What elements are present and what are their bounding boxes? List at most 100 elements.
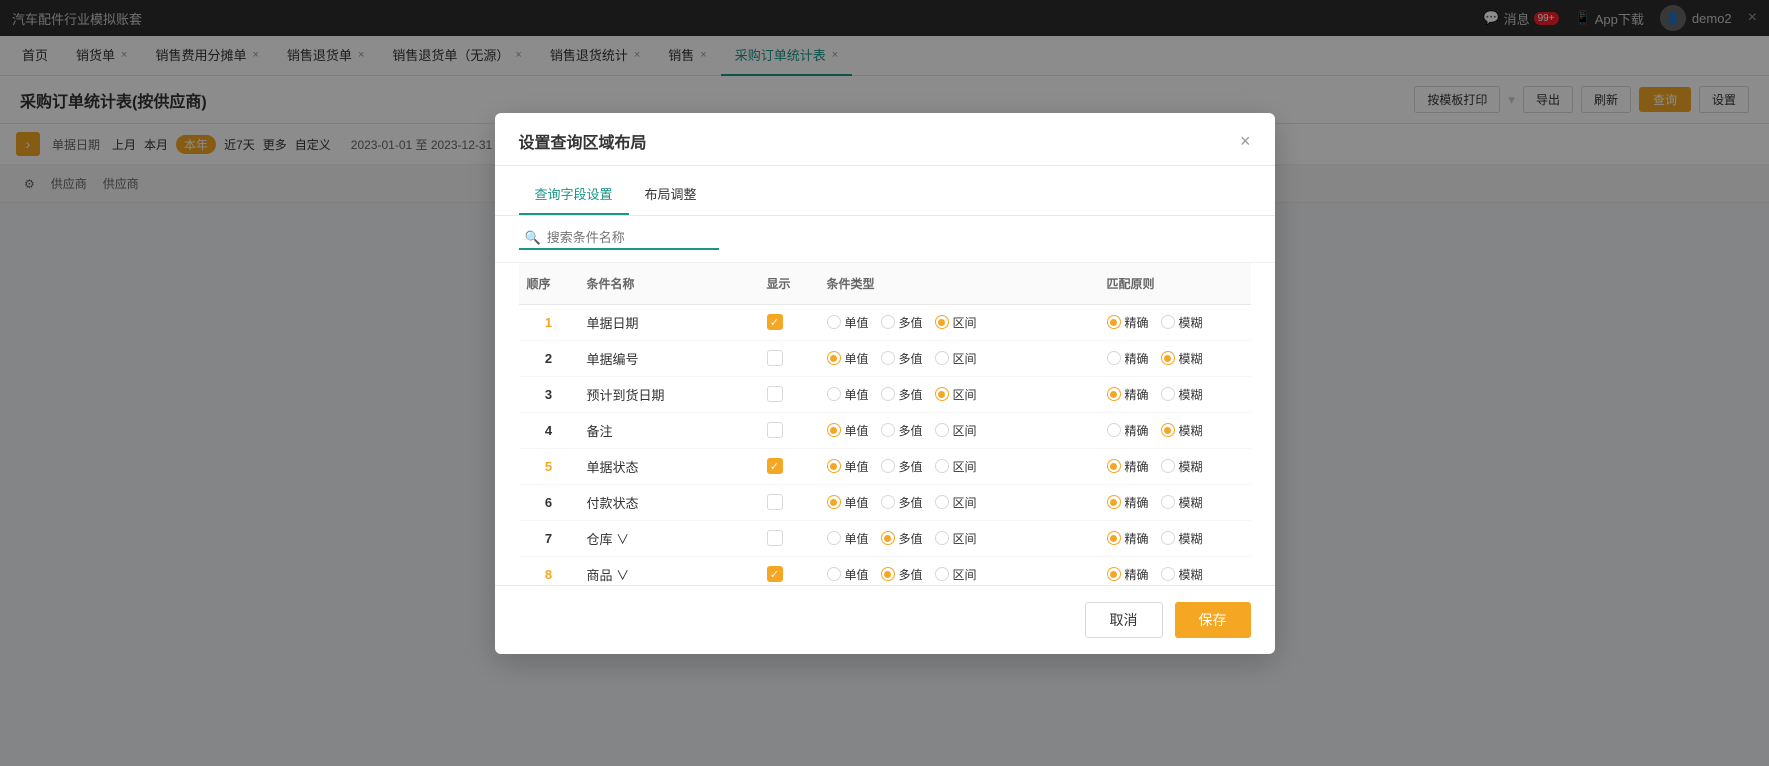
row-show [759, 312, 819, 332]
type-single[interactable]: 单值 [827, 530, 869, 547]
radio-range [935, 351, 949, 365]
show-checkbox[interactable] [767, 422, 783, 438]
type-multi[interactable]: 多值 [881, 386, 923, 403]
match-fuzzy[interactable]: 模糊 [1161, 566, 1203, 583]
match-fuzzy[interactable]: 模糊 [1161, 494, 1203, 511]
type-multi[interactable]: 多值 [881, 458, 923, 475]
match-exact[interactable]: 精确 [1107, 494, 1149, 511]
table-row: 5 单据状态 单值 多值 区间 精确 模糊 [519, 449, 1251, 485]
radio-single [827, 387, 841, 401]
table-row: 2 单据编号 单值 多值 区间 精确 模糊 [519, 341, 1251, 377]
show-checkbox[interactable] [767, 530, 783, 546]
radio-single [827, 531, 841, 545]
radio-multi [881, 423, 895, 437]
match-fuzzy[interactable]: 模糊 [1161, 530, 1203, 547]
radio-multi [881, 387, 895, 401]
type-single[interactable]: 单值 [827, 422, 869, 439]
search-box: 🔍 [519, 228, 719, 250]
radio-fuzzy [1161, 459, 1175, 473]
type-range[interactable]: 区间 [935, 350, 977, 367]
dialog-tab-layout[interactable]: 布局调整 [629, 178, 713, 215]
radio-single [827, 423, 841, 437]
type-single[interactable]: 单值 [827, 566, 869, 583]
settings-table-body: 1 单据日期 单值 多值 区间 精确 模糊 [495, 305, 1275, 585]
search-icon: 🔍 [525, 230, 541, 246]
type-multi[interactable]: 多值 [881, 314, 923, 331]
match-fuzzy[interactable]: 模糊 [1161, 314, 1203, 331]
match-exact[interactable]: 精确 [1107, 314, 1149, 331]
radio-exact [1107, 531, 1121, 545]
row-type: 单值 多值 区间 [819, 528, 1099, 549]
show-checkbox[interactable] [767, 458, 783, 474]
row-show [759, 456, 819, 476]
radio-single [827, 315, 841, 329]
show-checkbox[interactable] [767, 314, 783, 330]
radio-multi [881, 531, 895, 545]
table-row: 4 备注 单值 多值 区间 精确 模糊 [519, 413, 1251, 449]
radio-single [827, 459, 841, 473]
radio-fuzzy [1161, 531, 1175, 545]
type-multi[interactable]: 多值 [881, 566, 923, 583]
radio-multi [881, 315, 895, 329]
radio-multi [881, 495, 895, 509]
row-condition-name: 商品 ∨ [579, 563, 759, 585]
type-multi[interactable]: 多值 [881, 422, 923, 439]
radio-multi [881, 351, 895, 365]
table-row: 1 单据日期 单值 多值 区间 精确 模糊 [519, 305, 1251, 341]
type-range[interactable]: 区间 [935, 386, 977, 403]
th-match: 匹配原则 [1099, 271, 1299, 296]
match-exact[interactable]: 精确 [1107, 422, 1149, 439]
type-single[interactable]: 单值 [827, 386, 869, 403]
match-fuzzy[interactable]: 模糊 [1161, 458, 1203, 475]
table-row: 8 商品 ∨ 单值 多值 区间 精确 模糊 [519, 557, 1251, 585]
row-condition-name: 单据状态 [579, 455, 759, 478]
match-fuzzy[interactable]: 模糊 [1161, 350, 1203, 367]
type-range[interactable]: 区间 [935, 530, 977, 547]
match-fuzzy[interactable]: 模糊 [1161, 386, 1203, 403]
show-checkbox[interactable] [767, 350, 783, 366]
cancel-button[interactable]: 取消 [1085, 602, 1163, 638]
type-multi[interactable]: 多值 [881, 350, 923, 367]
type-single[interactable]: 单值 [827, 458, 869, 475]
settings-table-header: 顺序 条件名称 显示 条件类型 匹配原则 [519, 263, 1251, 305]
row-match: 精确 模糊 [1099, 456, 1275, 477]
row-index: 4 [519, 421, 579, 440]
row-match: 精确 模糊 [1099, 348, 1275, 369]
settings-table-header-wrap: 顺序 条件名称 显示 条件类型 匹配原则 [495, 263, 1275, 305]
radio-range [935, 459, 949, 473]
search-input[interactable] [547, 230, 707, 245]
row-condition-name: 付款状态 [579, 491, 759, 514]
type-multi[interactable]: 多值 [881, 494, 923, 511]
match-radio-group: 精确 模糊 [1107, 314, 1203, 331]
type-single[interactable]: 单值 [827, 314, 869, 331]
row-show [759, 528, 819, 548]
match-exact[interactable]: 精确 [1107, 530, 1149, 547]
match-fuzzy[interactable]: 模糊 [1161, 422, 1203, 439]
type-range[interactable]: 区间 [935, 314, 977, 331]
show-checkbox[interactable] [767, 386, 783, 402]
show-checkbox[interactable] [767, 494, 783, 510]
table-row: 3 预计到货日期 单值 多值 区间 精确 模糊 [519, 377, 1251, 413]
type-range[interactable]: 区间 [935, 422, 977, 439]
dialog-close-button[interactable]: × [1240, 132, 1251, 150]
type-range[interactable]: 区间 [935, 458, 977, 475]
type-range[interactable]: 区间 [935, 494, 977, 511]
row-condition-name: 预计到货日期 [579, 383, 759, 406]
row-match: 精确 模糊 [1099, 420, 1275, 441]
type-single[interactable]: 单值 [827, 350, 869, 367]
type-range[interactable]: 区间 [935, 566, 977, 583]
save-button[interactable]: 保存 [1175, 602, 1251, 638]
dialog-tab-fields[interactable]: 查询字段设置 [519, 178, 629, 215]
radio-range [935, 531, 949, 545]
type-multi[interactable]: 多值 [881, 530, 923, 547]
row-match: 精确 模糊 [1099, 528, 1275, 549]
match-exact[interactable]: 精确 [1107, 350, 1149, 367]
type-single[interactable]: 单值 [827, 494, 869, 511]
row-index: 8 [519, 565, 579, 584]
show-checkbox[interactable] [767, 566, 783, 582]
match-exact[interactable]: 精确 [1107, 386, 1149, 403]
match-exact[interactable]: 精确 [1107, 458, 1149, 475]
match-exact[interactable]: 精确 [1107, 566, 1149, 583]
row-match: 精确 模糊 [1099, 564, 1275, 585]
row-show [759, 492, 819, 512]
